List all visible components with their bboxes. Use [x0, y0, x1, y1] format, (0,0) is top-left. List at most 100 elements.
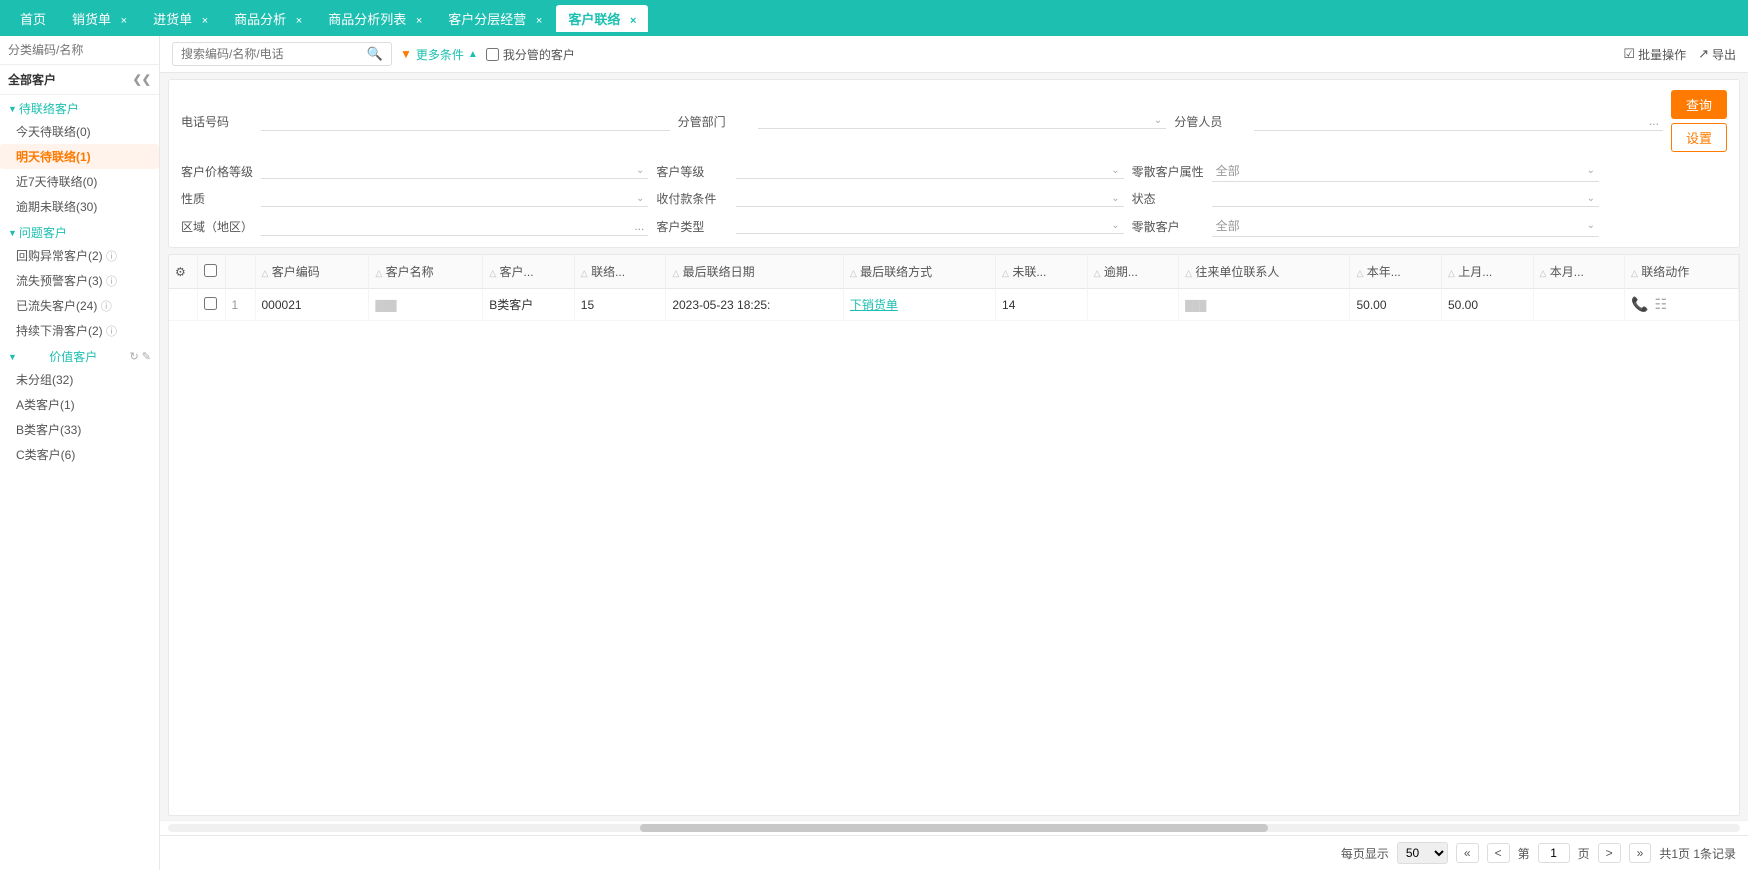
customer-table: ⚙ △ 客户编码 △ 客户名称 △ 客户... △ 联络... △ 最后联络日期… — [169, 255, 1739, 321]
sidebar-item-churned[interactable]: 已流失客户(24) ⓘ — [0, 293, 159, 318]
retail-attr-field: 零散客户属性 全部⌄ — [1132, 160, 1599, 182]
sidebar-item-declining[interactable]: 持续下滑客户(2) ⓘ — [0, 318, 159, 343]
close-customer-contact-icon[interactable]: × — [630, 15, 636, 27]
call-action-icon[interactable]: 📞 — [1631, 296, 1648, 313]
nav-purchase[interactable]: 进货单 × — [141, 5, 220, 32]
retail-attr-select[interactable]: 全部⌄ — [1212, 160, 1599, 182]
problem-group-label: 问题客户 — [0, 219, 159, 243]
sidebar-item-tomorrow[interactable]: 明天待联络(1) — [0, 144, 159, 169]
col-overdue: △ 逾期... — [1087, 255, 1179, 289]
payment-select[interactable]: ⌄ — [736, 191, 1123, 207]
close-purchase-icon[interactable]: × — [202, 15, 208, 27]
nav-home[interactable]: 首页 — [8, 5, 58, 32]
nature-select[interactable]: ⌄ — [261, 191, 648, 207]
adv-filter-row-1: 电话号码 分管部门 ⌄ 分管人员 ... 查询 设置 — [181, 90, 1727, 152]
action-icons: 📞 ☷ — [1631, 296, 1732, 313]
customer-type-select[interactable]: ⌄ — [736, 218, 1123, 234]
close-customer-tier-icon[interactable]: × — [536, 15, 542, 27]
row-settings-cell — [169, 289, 197, 321]
row-name: ███ — [369, 289, 483, 321]
export-btn[interactable]: ↗ 导出 — [1698, 46, 1736, 63]
nav-product-list[interactable]: 商品分析列表 × — [316, 5, 434, 32]
filter-search-box: 🔍 — [172, 42, 392, 66]
my-customers-checkbox[interactable] — [486, 48, 499, 61]
last-page-btn[interactable]: » — [1629, 843, 1652, 863]
set-btn[interactable]: 设置 — [1671, 123, 1727, 152]
col-settings[interactable]: ⚙ — [169, 255, 197, 289]
nav-sales[interactable]: 销货单 × — [60, 5, 139, 32]
price-level-label: 客户价格等级 — [181, 163, 261, 180]
close-product-list-icon[interactable]: × — [416, 15, 422, 27]
filter-search-icon[interactable]: 🔍 — [367, 46, 383, 62]
all-customers-header[interactable]: 全部客户 ❮❮ — [0, 65, 159, 95]
sidebar-item-abnormal[interactable]: 回购异常客户(2) ⓘ — [0, 243, 159, 268]
status-label: 状态 — [1132, 190, 1212, 207]
first-page-btn[interactable]: « — [1456, 843, 1479, 863]
sidebar-item-7days[interactable]: 近7天待联络(0) — [0, 169, 159, 194]
filter-more-btn[interactable]: ▼ 更多条件 ▲ — [400, 46, 478, 63]
nav-product-analysis[interactable]: 商品分析 × — [222, 5, 314, 32]
prev-page-btn[interactable]: < — [1487, 843, 1510, 863]
export-icon: ↗ — [1698, 46, 1709, 62]
filter-bar: 🔍 ▼ 更多条件 ▲ 我分管的客户 ☑ 批量操作 ↗ 导出 — [160, 36, 1748, 73]
col-num — [225, 255, 255, 289]
status-field: 状态 ⌄ — [1132, 190, 1599, 207]
nature-caret-icon: ⌄ — [636, 193, 644, 204]
sidebar-item-ungrouped[interactable]: 未分组(32) — [0, 367, 159, 392]
sidebar-item-churn-warning[interactable]: 流失预警客户(3) ⓘ — [0, 268, 159, 293]
query-btn[interactable]: 查询 — [1671, 90, 1727, 119]
pending-group-label: 待联络客户 — [0, 95, 159, 119]
page-label: 第 — [1518, 845, 1530, 862]
col-this-year: △ 本年... — [1350, 255, 1442, 289]
status-select[interactable]: ⌄ — [1212, 191, 1599, 207]
price-level-select[interactable]: ⌄ — [261, 163, 648, 179]
price-level-field: 客户价格等级 ⌄ — [181, 163, 648, 180]
area-select[interactable]: ... — [261, 217, 648, 236]
sidebar-search-input[interactable] — [8, 43, 160, 57]
dept-label: 分管部门 — [678, 113, 758, 130]
phone-input[interactable] — [261, 112, 670, 131]
col-checkbox — [197, 255, 225, 289]
row-last-method: 下销货单 — [843, 289, 995, 321]
row-checkbox[interactable] — [204, 297, 217, 310]
sidebar-item-today[interactable]: 今天待联络(0) — [0, 119, 159, 144]
col-no-contact: △ 未联... — [996, 255, 1088, 289]
customer-level-label: 客户等级 — [656, 163, 736, 180]
next-page-btn[interactable]: > — [1598, 843, 1621, 863]
grid-action-icon[interactable]: ☷ — [1654, 296, 1667, 313]
row-last-date: 2023-05-23 18:25: — [666, 289, 844, 321]
sidebar-item-class-c[interactable]: C类客户(6) — [0, 442, 159, 467]
sidebar-item-class-b[interactable]: B类客户(33) — [0, 417, 159, 442]
last-method-link[interactable]: 下销货单 — [850, 298, 898, 312]
row-last-month: 50.00 — [1442, 289, 1534, 321]
checkbox-icon: ☑ — [1623, 46, 1635, 62]
manager-select[interactable]: ... — [1254, 112, 1663, 131]
nav-customer-tier[interactable]: 客户分层经营 × — [436, 5, 554, 32]
nav-customer-contact[interactable]: 客户联络 × — [556, 5, 648, 32]
close-product-analysis-icon[interactable]: × — [296, 15, 302, 27]
horizontal-scrollbar[interactable] — [160, 820, 1748, 835]
close-sales-icon[interactable]: × — [121, 15, 127, 27]
sidebar-item-overdue[interactable]: 逾期未联络(30) — [0, 194, 159, 219]
col-customer-type: △ 客户... — [483, 255, 575, 289]
payment-caret-icon: ⌄ — [1111, 193, 1119, 204]
col-name: △ 客户名称 — [369, 255, 483, 289]
right-actions: ☑ 批量操作 ↗ 导出 — [1623, 46, 1736, 63]
retail-customer-select[interactable]: 全部⌄ — [1212, 215, 1599, 237]
retail-customer-field: 零散客户 全部⌄ — [1132, 215, 1599, 237]
batch-ops-btn[interactable]: ☑ 批量操作 — [1623, 46, 1686, 63]
retail-customer-caret-icon: ⌄ — [1587, 220, 1595, 231]
page-input[interactable] — [1538, 843, 1570, 863]
col-last-date: △ 最后联络日期 — [666, 255, 844, 289]
per-page-select[interactable]: 50 100 200 — [1397, 842, 1448, 864]
customer-level-select[interactable]: ⌄ — [736, 163, 1123, 179]
retail-attr-label: 零散客户属性 — [1132, 163, 1212, 180]
dept-select[interactable]: ⌄ — [758, 113, 1167, 129]
status-caret-icon: ⌄ — [1587, 193, 1595, 204]
pagination: 每页显示 50 100 200 « < 第 页 > » 共1页 1条记录 — [160, 835, 1748, 870]
sidebar-item-class-a[interactable]: A类客户(1) — [0, 392, 159, 417]
select-all-checkbox[interactable] — [204, 264, 217, 277]
value-group-icons[interactable]: ↻ ✎ — [130, 350, 152, 363]
filter-search-input[interactable] — [181, 47, 363, 61]
adv-filter: 电话号码 分管部门 ⌄ 分管人员 ... 查询 设置 — [168, 79, 1740, 248]
